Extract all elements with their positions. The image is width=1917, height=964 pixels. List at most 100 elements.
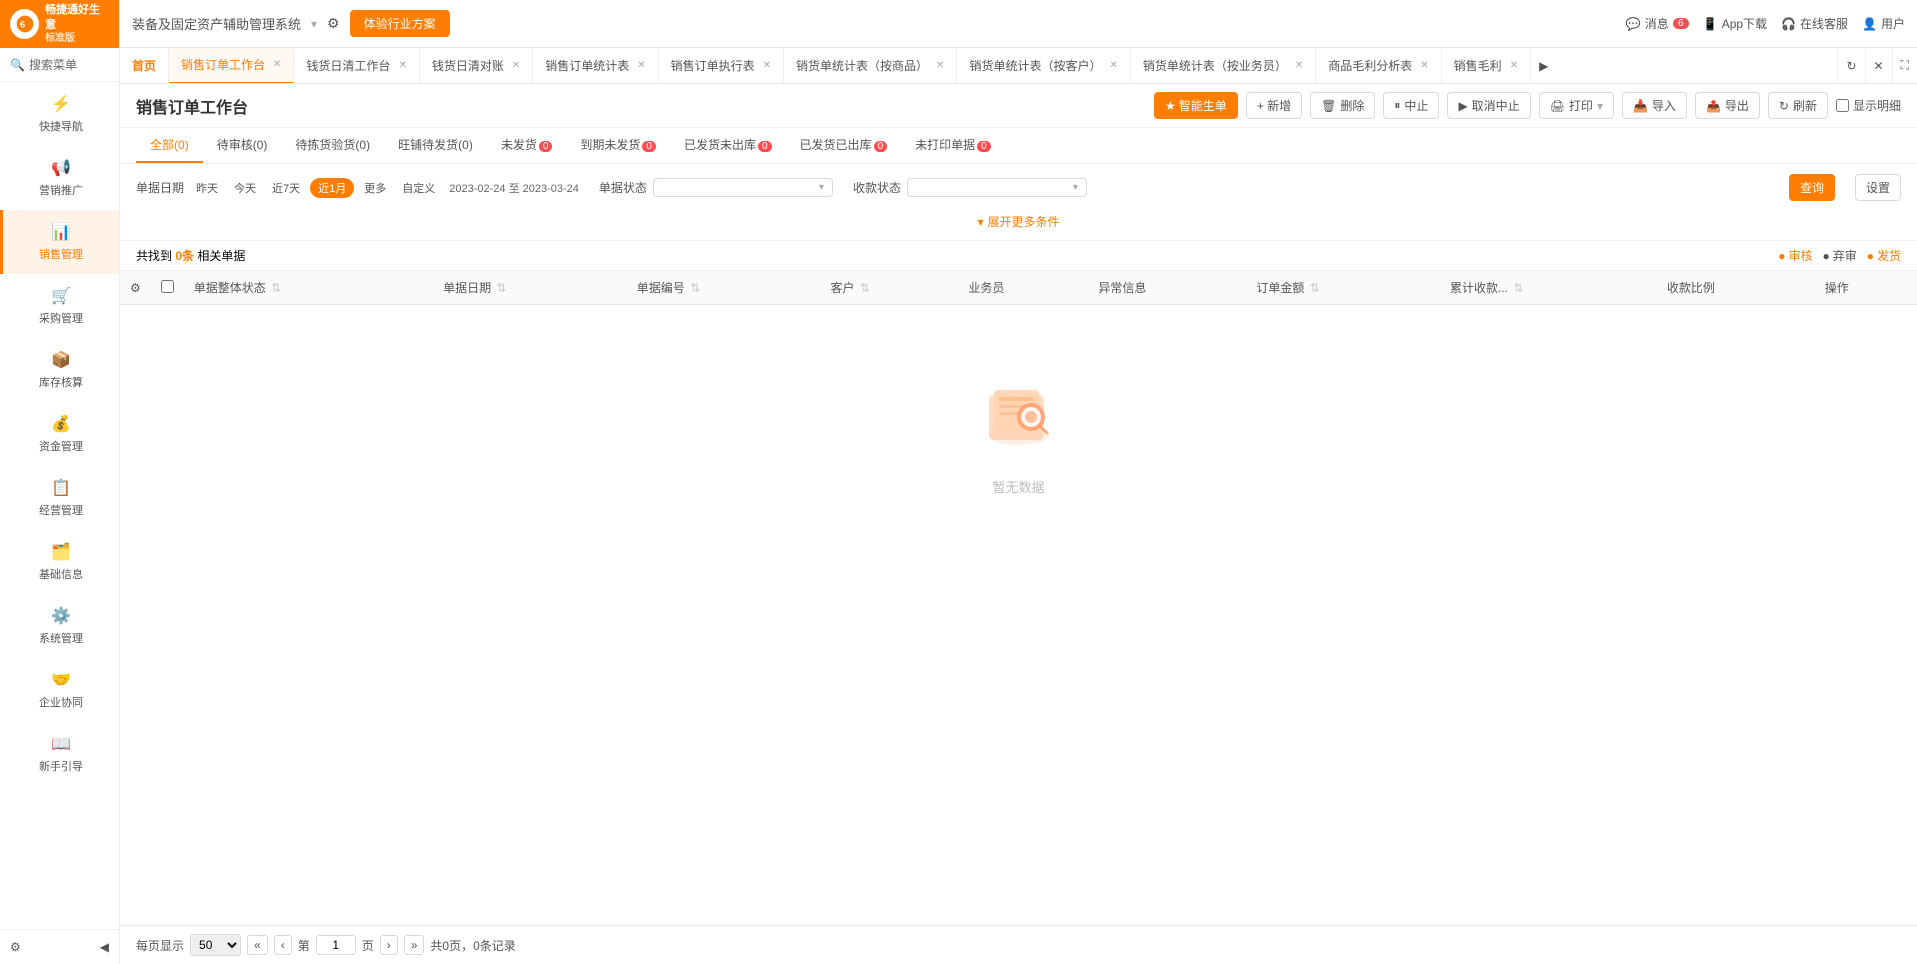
tab-close-cash-reconcile[interactable]: ✕ — [512, 60, 520, 71]
sort-number-icon[interactable]: ⇅ — [690, 281, 700, 295]
settings-filter-button[interactable]: 设置 — [1855, 174, 1901, 201]
7days-btn[interactable]: 近7天 — [266, 178, 306, 198]
sidebar-item-quick-nav[interactable]: ⚡ 快捷导航 — [0, 82, 119, 146]
sidebar-item-sales[interactable]: 📊 销售管理 — [0, 210, 119, 274]
ship-action[interactable]: ● 发货 — [1867, 247, 1901, 264]
import-button[interactable]: 📥 导入 — [1622, 92, 1687, 119]
more-date-btn[interactable]: 更多 — [358, 178, 392, 198]
cancel-review-action[interactable]: ● 弃审 — [1822, 247, 1856, 264]
show-details-checkbox[interactable]: 显示明细 — [1836, 97, 1901, 114]
tab-close-sales-workbench[interactable]: ✕ — [273, 59, 281, 70]
trial-button[interactable]: 体验行业方案 — [350, 10, 450, 37]
online-service-action[interactable]: 🎧 在线客服 — [1781, 15, 1848, 32]
sort-status-icon[interactable]: ⇅ — [271, 281, 281, 295]
tab-sales-stat-product[interactable]: 销货单统计表（按商品） ✕ — [784, 48, 957, 84]
filter-tab-shipped-not-out[interactable]: 已发货未出库0 — [670, 128, 786, 163]
1month-btn[interactable]: 近1月 — [310, 178, 354, 198]
tab-close-cash-daily[interactable]: ✕ — [398, 60, 406, 71]
phone-icon: 📱 — [1703, 17, 1718, 31]
col-action: 操作 — [1815, 271, 1917, 305]
filter-tab-shipped-out[interactable]: 已发货已出库0 — [786, 128, 902, 163]
sidebar-item-finance[interactable]: 💰 资金管理 — [0, 402, 119, 466]
sort-customer-icon[interactable]: ⇅ — [860, 281, 870, 295]
sidebar-item-purchase[interactable]: 🛒 采购管理 — [0, 274, 119, 338]
tab-product-margin[interactable]: 商品毛利分析表 ✕ — [1316, 48, 1441, 84]
filter-tab-pending-review[interactable]: 待审核(0) — [203, 128, 282, 163]
today-btn[interactable]: 今天 — [228, 178, 262, 198]
filter-tab-not-printed[interactable]: 未打印单据0 — [901, 128, 1005, 163]
sidebar-item-inventory[interactable]: 📦 库存核算 — [0, 338, 119, 402]
next-page-button[interactable]: › — [380, 935, 398, 955]
sidebar-item-cooperation[interactable]: 🤝 企业协同 — [0, 658, 119, 722]
tab-sales-stat-staff[interactable]: 销货单统计表（按业务员） ✕ — [1131, 48, 1316, 84]
user-action[interactable]: 👤 用户 — [1862, 15, 1905, 32]
status-select[interactable]: ▾ — [653, 178, 833, 197]
logo-text: 畅捷通好生意 标准版 — [45, 3, 109, 45]
settings-icon[interactable]: ⚙ — [10, 940, 21, 954]
print-button[interactable]: 🖨 打印 ▾ — [1539, 92, 1614, 119]
col-settings[interactable]: ⚙ — [120, 271, 151, 305]
filter-tab-overdue[interactable]: 到期未发货0 — [566, 128, 670, 163]
tab-close-product-margin[interactable]: ✕ — [1420, 60, 1428, 71]
sort-amount-icon[interactable]: ⇅ — [1310, 281, 1320, 295]
delete-button[interactable]: 🗑 删除 — [1310, 92, 1375, 119]
select-all-checkbox[interactable] — [161, 280, 174, 293]
page-input[interactable] — [316, 935, 356, 955]
page-size-select[interactable]: 50 10 20 100 — [190, 934, 241, 956]
tab-refresh-button[interactable]: ↻ — [1837, 48, 1864, 84]
guide-icon: 📖 — [51, 734, 71, 754]
tab-close-sales-exec[interactable]: ✕ — [763, 60, 771, 71]
tab-sales-workbench[interactable]: 销售订单工作台 ✕ — [169, 48, 294, 84]
tab-close-sales-stat-product[interactable]: ✕ — [936, 60, 944, 71]
sidebar-item-guide[interactable]: 📖 新手引导 — [0, 722, 119, 786]
custom-date-btn[interactable]: 自定义 — [396, 178, 441, 198]
tab-close-sales-stat-staff[interactable]: ✕ — [1295, 60, 1303, 71]
sidebar-item-basic-info[interactable]: 🗂️ 基础信息 — [0, 530, 119, 594]
yesterday-btn[interactable]: 昨天 — [190, 178, 224, 198]
tab-close-sales-stat[interactable]: ✕ — [637, 60, 645, 71]
tab-close-all-button[interactable]: ✕ — [1865, 48, 1892, 84]
col-checkbox[interactable] — [151, 271, 184, 305]
tab-close-sales-stat-customer[interactable]: ✕ — [1109, 60, 1117, 71]
sidebar-item-operations[interactable]: 📋 经营管理 — [0, 466, 119, 530]
tab-fullscreen-button[interactable]: ⛶ — [1892, 48, 1917, 84]
topbar-dropdown-icon[interactable]: ▾ — [311, 17, 317, 31]
filter-tab-not-shipped[interactable]: 未发货0 — [487, 128, 567, 163]
search-button[interactable]: 查询 — [1789, 174, 1835, 201]
tab-sales-stat-customer[interactable]: 销货单统计表（按客户） ✕ — [957, 48, 1130, 84]
app-download-action[interactable]: 📱 App下载 — [1703, 15, 1767, 32]
gear-icon[interactable]: ⚙ — [327, 15, 340, 32]
tab-close-sales-more[interactable]: ✕ — [1510, 60, 1518, 71]
collapse-icon[interactable]: ◀ — [100, 940, 109, 954]
sort-collected-icon[interactable]: ⇅ — [1513, 281, 1523, 295]
tab-cash-reconcile[interactable]: 钱货日清对账 ✕ — [420, 48, 533, 84]
sort-date-icon[interactable]: ⇅ — [497, 281, 507, 295]
review-action[interactable]: ● 审核 — [1778, 247, 1812, 264]
tab-sales-more[interactable]: 销售毛利 ✕ — [1442, 48, 1531, 84]
show-details-input[interactable] — [1836, 99, 1849, 112]
svg-text:6: 6 — [20, 19, 25, 29]
sidebar-search[interactable]: 🔍 搜索菜单 — [0, 48, 119, 82]
refresh-button[interactable]: ↻ 刷新 — [1768, 92, 1828, 119]
first-page-button[interactable]: « — [247, 935, 268, 955]
sidebar-item-marketing[interactable]: 📢 营销推广 — [0, 146, 119, 210]
tab-sales-stat[interactable]: 销售订单统计表 ✕ — [533, 48, 658, 84]
payment-select[interactable]: ▾ — [907, 178, 1087, 197]
sidebar-item-system[interactable]: ⚙️ 系统管理 — [0, 594, 119, 658]
message-action[interactable]: 💬 消息 6 — [1626, 15, 1689, 32]
pause-button[interactable]: ⏸ 中止 — [1383, 92, 1439, 119]
tab-sales-exec[interactable]: 销售订单执行表 ✕ — [659, 48, 784, 84]
cancel-pause-button[interactable]: ▶ 取消中止 — [1447, 92, 1530, 119]
tab-more-button[interactable]: ▶ — [1531, 59, 1556, 73]
filter-tab-wangpu[interactable]: 旺铺待发货(0) — [384, 128, 487, 163]
tab-cash-daily[interactable]: 钱货日清工作台 ✕ — [294, 48, 419, 84]
filter-tab-pending-inspect[interactable]: 待拣货验货(0) — [281, 128, 384, 163]
export-button[interactable]: 📤 导出 — [1695, 92, 1760, 119]
filter-tab-all[interactable]: 全部(0) — [136, 128, 203, 163]
tab-home[interactable]: 首页 — [120, 48, 169, 84]
expand-conditions-button[interactable]: ▾ 展开更多条件 — [977, 213, 1059, 230]
prev-page-button[interactable]: ‹ — [274, 935, 292, 955]
add-button[interactable]: + 新增 — [1246, 92, 1302, 119]
smart-order-button[interactable]: ★ 智能生单 — [1154, 92, 1238, 119]
last-page-button[interactable]: » — [404, 935, 425, 955]
